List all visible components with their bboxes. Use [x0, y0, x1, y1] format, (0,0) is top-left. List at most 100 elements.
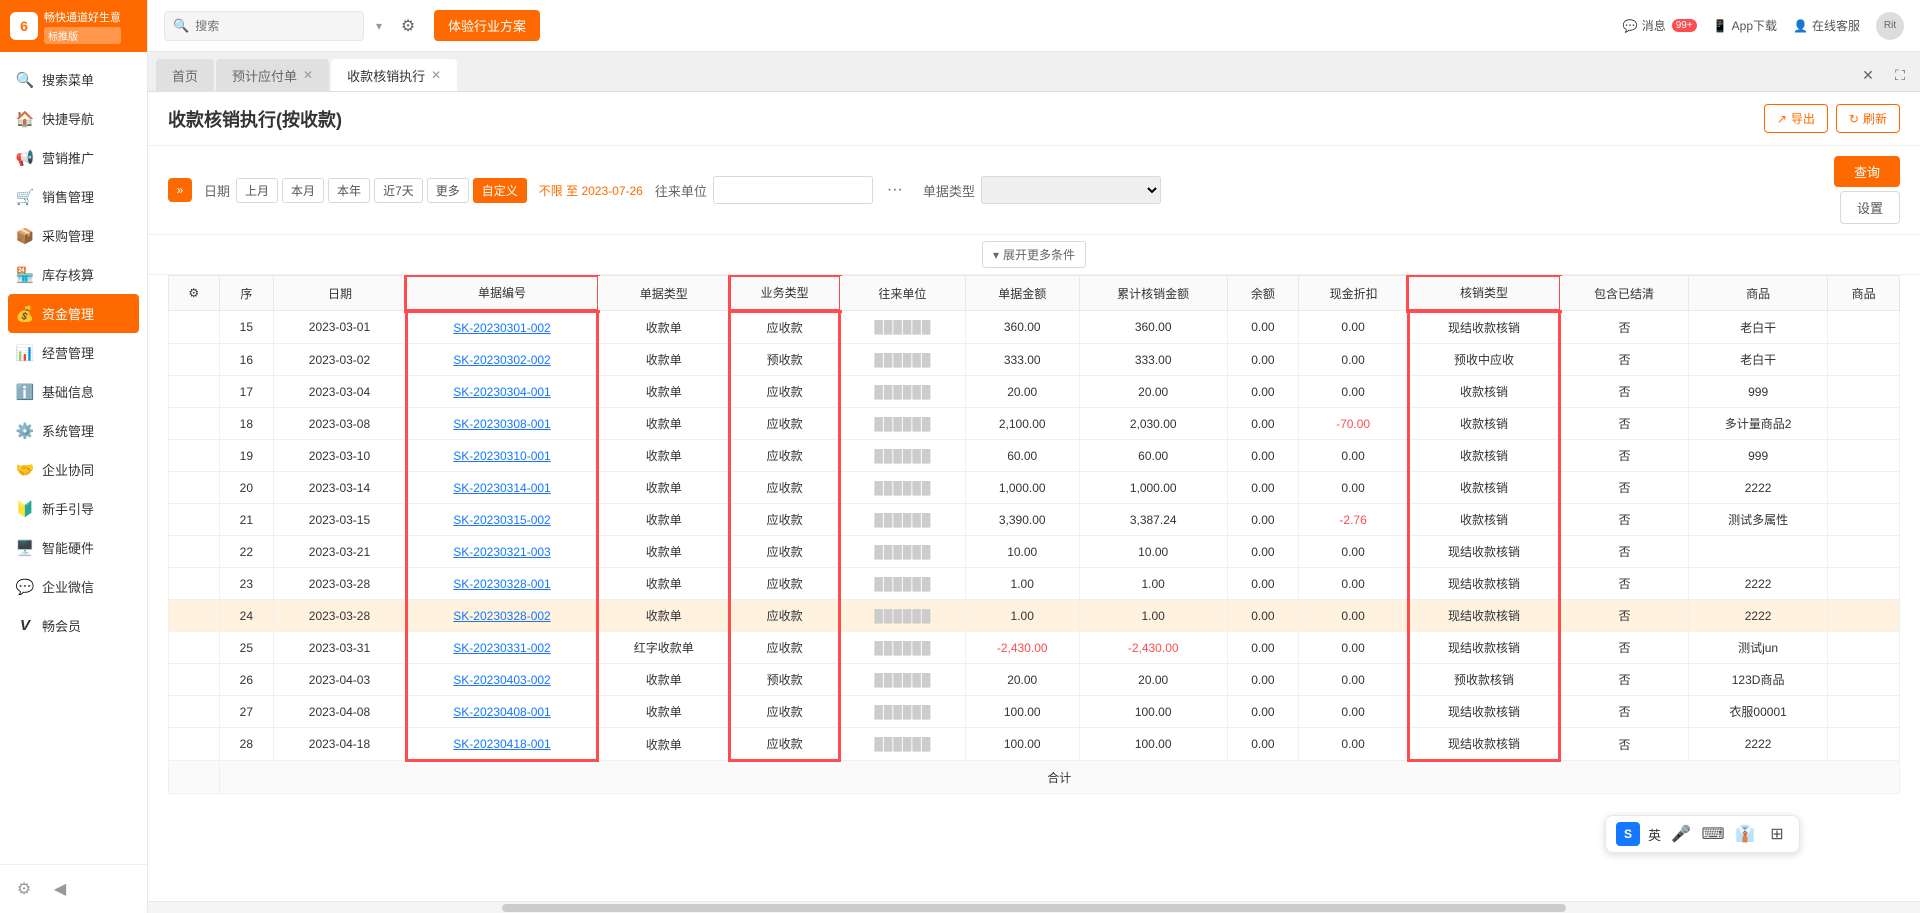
tab-close-btn[interactable]: ✕: [1856, 63, 1880, 87]
bill-no-link[interactable]: SK-20230310-001: [406, 440, 598, 472]
table-row[interactable]: 212023-03-15SK-20230315-002收款单应收款██████3…: [169, 504, 1900, 536]
sidebar-item-finance[interactable]: 💰 资金管理: [8, 294, 139, 333]
sidebar-item-member[interactable]: V 畅会员: [0, 606, 147, 645]
horizontal-scrollbar[interactable]: [148, 901, 1920, 913]
date-btn-custom[interactable]: 自定义: [473, 178, 527, 203]
bill-no-link[interactable]: SK-20230321-003: [406, 536, 598, 568]
table-row[interactable]: 262023-04-03SK-20230403-002收款单预收款██████2…: [169, 664, 1900, 696]
table-row[interactable]: 192023-03-10SK-20230310-001收款单应收款██████6…: [169, 440, 1900, 472]
bill-no-link[interactable]: SK-20230403-002: [406, 664, 598, 696]
ime-keyboard-btn[interactable]: ⌨: [1701, 822, 1725, 846]
unit-dots-btn[interactable]: ···: [879, 181, 911, 199]
scrollbar-thumb[interactable]: [502, 904, 1565, 912]
col-header-goods[interactable]: 商品: [1688, 276, 1827, 311]
table-row[interactable]: 202023-03-14SK-20230314-001收款单应收款██████1…: [169, 472, 1900, 504]
table-cell: -70.00: [1299, 408, 1409, 440]
topbar-arrow-icon[interactable]: ▾: [376, 19, 382, 33]
bill-no-link[interactable]: SK-20230331-002: [406, 632, 598, 664]
table-row[interactable]: 172023-03-04SK-20230304-001收款单应收款██████2…: [169, 376, 1900, 408]
bill-no-link[interactable]: SK-20230308-001: [406, 408, 598, 440]
unit-input[interactable]: [713, 176, 873, 204]
tab-collection[interactable]: 收款核销执行 ✕: [331, 59, 457, 91]
logo-badge: 标推版: [44, 27, 121, 44]
topbar-gear-btn[interactable]: ⚙: [394, 12, 422, 40]
sidebar-item-system[interactable]: ⚙️ 系统管理: [0, 411, 147, 450]
expand-more-btn[interactable]: ▾ 展开更多条件: [982, 241, 1086, 268]
sidebar-item-guide[interactable]: 🔰 新手引导: [0, 489, 147, 528]
industry-btn[interactable]: 体验行业方案: [434, 10, 540, 41]
tab-pending[interactable]: 预计应付单 ✕: [216, 59, 329, 91]
sidebar-collapse-btn[interactable]: ◀: [46, 875, 74, 903]
sidebar-item-wechat[interactable]: 💬 企业微信: [0, 567, 147, 606]
date-btn-this-month[interactable]: 本月: [282, 178, 324, 203]
topbar-search-box[interactable]: 🔍: [164, 11, 364, 41]
date-btn-this-year[interactable]: 本年: [328, 178, 370, 203]
table-row[interactable]: 222023-03-21SK-20230321-003收款单应收款██████1…: [169, 536, 1900, 568]
bill-no-link[interactable]: SK-20230408-001: [406, 696, 598, 728]
sidebar-item-search[interactable]: 🔍 搜索菜单: [0, 60, 147, 99]
sidebar-item-hardware[interactable]: 🖥️ 智能硬件: [0, 528, 147, 567]
service-btn[interactable]: 👤 在线客服: [1793, 17, 1860, 34]
filter-toggle-btn[interactable]: »: [168, 178, 192, 202]
table-row[interactable]: 152023-03-01SK-20230301-002收款单应收款██████3…: [169, 311, 1900, 344]
table-row[interactable]: 182023-03-08SK-20230308-001收款单应收款██████2…: [169, 408, 1900, 440]
sidebar-item-sales[interactable]: 🛒 销售管理: [0, 177, 147, 216]
col-header-include-settled[interactable]: 包含已结清: [1560, 276, 1689, 311]
table-row[interactable]: 162023-03-02SK-20230302-002收款单预收款██████3…: [169, 344, 1900, 376]
col-header-gear[interactable]: ⚙: [169, 276, 220, 311]
col-header-goods2[interactable]: 商品: [1828, 276, 1900, 311]
col-header-balance[interactable]: 余额: [1227, 276, 1299, 311]
ime-clothes-btn[interactable]: 👔: [1733, 822, 1757, 846]
service-label: 在线客服: [1812, 17, 1860, 34]
query-btn[interactable]: 查询: [1834, 156, 1900, 187]
table-row[interactable]: 242023-03-28SK-20230328-002收款单应收款██████1…: [169, 600, 1900, 632]
col-header-cumulative[interactable]: 累计核销金额: [1079, 276, 1227, 311]
messages-btn[interactable]: 💬 消息 99+: [1623, 17, 1697, 34]
setting-btn[interactable]: 设置: [1840, 191, 1900, 224]
col-header-bill-no[interactable]: 单据编号: [406, 276, 598, 311]
bill-type-select[interactable]: [981, 176, 1161, 204]
bill-no-link[interactable]: SK-20230328-001: [406, 568, 598, 600]
col-header-discount[interactable]: 现金折扣: [1299, 276, 1409, 311]
col-header-date[interactable]: 日期: [274, 276, 407, 311]
col-header-amount[interactable]: 单据金额: [965, 276, 1079, 311]
col-header-bill-type[interactable]: 单据类型: [598, 276, 730, 311]
sidebar-item-operation[interactable]: 📊 经营管理: [0, 333, 147, 372]
user-avatar[interactable]: Rit: [1876, 12, 1904, 40]
bill-no-link[interactable]: SK-20230301-002: [406, 311, 598, 344]
bill-no-link[interactable]: SK-20230328-002: [406, 600, 598, 632]
sidebar-item-shortcut[interactable]: 🏠 快捷导航: [0, 99, 147, 138]
tab-home[interactable]: 首页: [156, 59, 214, 91]
ime-grid-btn[interactable]: ⊞: [1765, 822, 1789, 846]
sidebar-item-corp[interactable]: 🤝 企业协同: [0, 450, 147, 489]
bill-no-link[interactable]: SK-20230304-001: [406, 376, 598, 408]
date-btn-more[interactable]: 更多: [427, 178, 469, 203]
tab-expand-btn[interactable]: ⛶: [1888, 63, 1912, 87]
sidebar-item-inventory[interactable]: 🏪 库存核算: [0, 255, 147, 294]
export-btn[interactable]: ↗ 导出: [1764, 104, 1828, 133]
sidebar-item-marketing[interactable]: 📢 营销推广: [0, 138, 147, 177]
search-input[interactable]: [195, 19, 355, 33]
date-btn-7days[interactable]: 近7天: [374, 178, 423, 203]
app-download-btn[interactable]: 📱 App下载: [1713, 17, 1777, 34]
date-btn-last-month[interactable]: 上月: [236, 178, 278, 203]
refresh-btn[interactable]: ↻ 刷新: [1836, 104, 1900, 133]
table-row[interactable]: 282023-04-18SK-20230418-001收款单应收款██████1…: [169, 728, 1900, 761]
sidebar-settings-btn[interactable]: ⚙: [10, 875, 38, 903]
col-header-unit[interactable]: 往来单位: [840, 276, 966, 311]
bill-no-link[interactable]: SK-20230302-002: [406, 344, 598, 376]
table-row[interactable]: 232023-03-28SK-20230328-001收款单应收款██████1…: [169, 568, 1900, 600]
ime-mic-btn[interactable]: 🎤: [1669, 822, 1693, 846]
tab-collection-close[interactable]: ✕: [431, 68, 441, 82]
table-row[interactable]: 272023-04-08SK-20230408-001收款单应收款██████1…: [169, 696, 1900, 728]
col-header-cancel-type[interactable]: 核销类型: [1408, 276, 1559, 311]
bill-no-link[interactable]: SK-20230418-001: [406, 728, 598, 761]
tab-pending-close[interactable]: ✕: [303, 68, 313, 82]
col-header-biz-type[interactable]: 业务类型: [730, 276, 840, 311]
table-row[interactable]: 252023-03-31SK-20230331-002红字收款单应收款█████…: [169, 632, 1900, 664]
sidebar-item-purchase[interactable]: 📦 采购管理: [0, 216, 147, 255]
sidebar-item-basic[interactable]: ℹ️ 基础信息: [0, 372, 147, 411]
table-cell: 否: [1560, 664, 1689, 696]
bill-no-link[interactable]: SK-20230314-001: [406, 472, 598, 504]
bill-no-link[interactable]: SK-20230315-002: [406, 504, 598, 536]
